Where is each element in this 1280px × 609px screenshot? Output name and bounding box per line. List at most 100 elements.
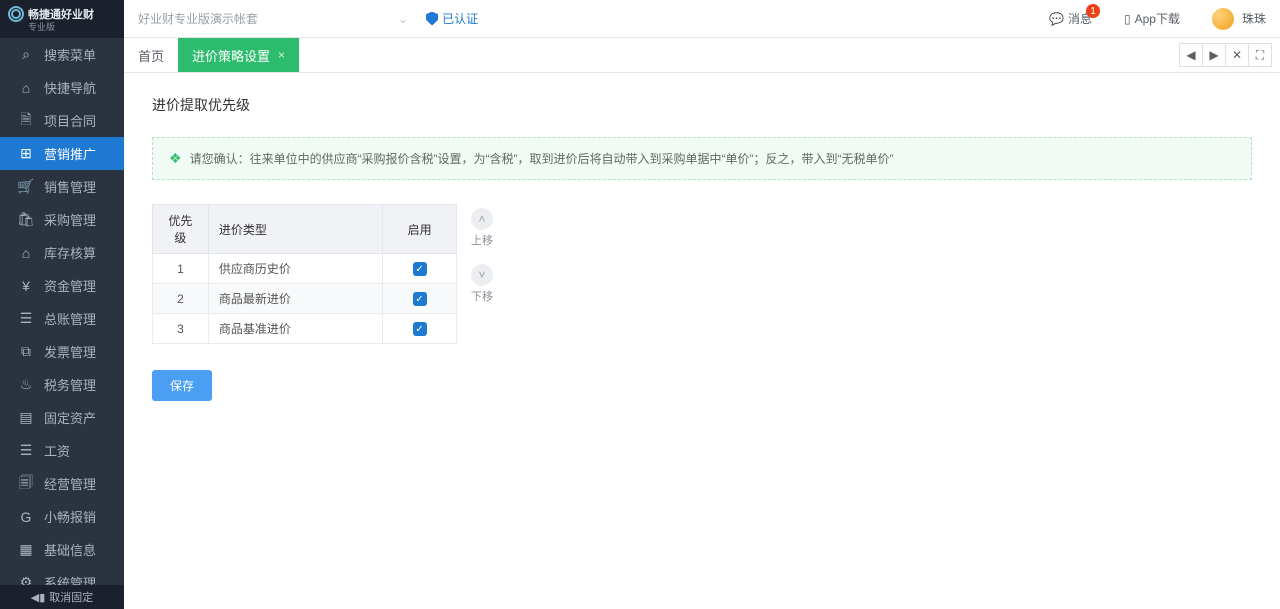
menu-icon: ▤ bbox=[18, 410, 34, 426]
menu-icon: ⧉ bbox=[18, 344, 34, 360]
sidebar-item-14[interactable]: G小畅报销 bbox=[0, 500, 124, 533]
sidebar-item-5[interactable]: 🛍 采购管理 bbox=[0, 203, 124, 236]
sidebar-item-8[interactable]: ☰ 总账管理 bbox=[0, 302, 124, 335]
sidebar-item-label: 快捷导航 bbox=[44, 78, 96, 97]
checkbox-checked-icon[interactable]: ✓ bbox=[413, 292, 427, 306]
info-icon: ❖ bbox=[169, 150, 182, 167]
sidebar-item-11[interactable]: ▤ 固定资产 bbox=[0, 401, 124, 434]
sidebar-item-9[interactable]: ⧉ 发票管理 bbox=[0, 335, 124, 368]
sidebar-item-label: 项目合同 bbox=[44, 111, 96, 130]
chevron-down-icon: ˅ bbox=[471, 264, 493, 286]
tab-prev-button[interactable]: ◀ bbox=[1179, 43, 1203, 67]
menu-icon: 🛒 bbox=[18, 179, 34, 195]
menu-icon: ☰ bbox=[18, 311, 34, 327]
tabs-row: 首页 进价策略设置 × ◀ ▶ ✕ ⛶ bbox=[124, 38, 1280, 73]
sidebar-item-6[interactable]: ⌂ 库存核算 bbox=[0, 236, 124, 269]
pin-icon: ◀▮ bbox=[31, 591, 46, 604]
sidebar-item-label: 资金管理 bbox=[44, 276, 96, 295]
close-icon[interactable]: × bbox=[278, 48, 285, 62]
sidebar-item-label: 系统管理 bbox=[44, 573, 96, 585]
app-download-label: App下载 bbox=[1135, 10, 1180, 27]
alert-text: 请您确认：往来单位中的供应商“采购报价含税”设置，为“含税”，取到进价后将自动带… bbox=[190, 150, 894, 167]
sidebar-item-10[interactable]: ♨ 税务管理 bbox=[0, 368, 124, 401]
menu-icon: ▦ bbox=[18, 542, 34, 558]
sidebar-item-label: 发票管理 bbox=[44, 342, 96, 361]
col-type: 进价类型 bbox=[208, 205, 382, 254]
avatar bbox=[1212, 8, 1234, 30]
move-up-button[interactable]: ˄ 上移 bbox=[471, 208, 493, 248]
cell-priority: 1 bbox=[153, 254, 209, 284]
sidebar-menu: ⌕ 搜索菜单 ⌂ 快捷导航 🗎 项目合同 ⊞ 营销推广 🛒销售管理 🛍 采购管理 ⌂ 库存核算 ¥ 资金管理… bbox=[0, 38, 124, 585]
tab-home[interactable]: 首页 bbox=[124, 38, 178, 72]
sidebar-item-15[interactable]: ▦ 基础信息 bbox=[0, 533, 124, 566]
brand-edition: 专业版 bbox=[28, 20, 124, 33]
pin-toggle[interactable]: ◀▮ 取消固定 bbox=[0, 585, 124, 609]
shield-icon bbox=[426, 12, 438, 26]
menu-icon: 🗐 bbox=[18, 476, 34, 492]
menu-icon: ⌕ bbox=[18, 47, 34, 63]
verified-badge[interactable]: 已认证 bbox=[426, 10, 478, 27]
logo: 畅捷通好业财 专业版 bbox=[0, 0, 124, 38]
move-down-button[interactable]: ˅ 下移 bbox=[471, 264, 493, 304]
menu-icon: 🗎 bbox=[18, 113, 34, 129]
logo-icon bbox=[8, 6, 24, 22]
sidebar-item-label: 经营管理 bbox=[44, 474, 96, 493]
sidebar-item-16[interactable]: ⚙系统管理 bbox=[0, 566, 124, 585]
checkbox-checked-icon[interactable]: ✓ bbox=[413, 322, 427, 336]
phone-icon: ▯ bbox=[1124, 12, 1131, 26]
table-row[interactable]: 3商品基准进价✓ bbox=[153, 314, 457, 344]
messages-button[interactable]: 💬 消息 1 bbox=[1049, 10, 1092, 27]
sidebar-item-label: 搜索菜单 bbox=[44, 45, 96, 64]
sidebar-item-label: 库存核算 bbox=[44, 243, 96, 262]
menu-icon: ⊞ bbox=[18, 146, 34, 162]
topbar: 好业财专业版演示帐套 ⌄ 已认证 💬 消息 1 ▯ App下载 珠珠 bbox=[124, 0, 1280, 38]
cell-type: 供应商历史价 bbox=[208, 254, 382, 284]
table-row[interactable]: 1供应商历史价 ✓ bbox=[153, 254, 457, 284]
tab-close-all-button[interactable]: ✕ bbox=[1225, 43, 1249, 67]
sidebar-item-4[interactable]: 🛒销售管理 bbox=[0, 170, 124, 203]
menu-icon: ¥ bbox=[18, 278, 34, 294]
priority-table: 优先级 进价类型 启用 1供应商历史价✓2商品最新进价✓3商品基准进价✓ bbox=[152, 204, 457, 344]
page-title: 进价提取优先级 bbox=[152, 95, 1252, 115]
messages-badge: 1 bbox=[1086, 4, 1100, 18]
sidebar-item-13[interactable]: 🗐 经营管理 bbox=[0, 467, 124, 500]
cell-enable: ✓ bbox=[383, 284, 457, 314]
message-icon: 💬 bbox=[1049, 12, 1064, 26]
sidebar: 畅捷通好业财 专业版 ⌕ 搜索菜单 ⌂ 快捷导航 🗎 项目合同 ⊞ 营销推广 🛒销售管理 🛍 采购管… bbox=[0, 0, 124, 609]
table-row[interactable]: 2商品最新进价✓ bbox=[153, 284, 457, 314]
app-download-button[interactable]: ▯ App下载 bbox=[1124, 10, 1180, 27]
checkbox-checked-icon[interactable]: ✓ bbox=[413, 262, 427, 276]
sidebar-item-1[interactable]: ⌂ 快捷导航 bbox=[0, 71, 124, 104]
sidebar-item-label: 总账管理 bbox=[44, 309, 96, 328]
fullscreen-button[interactable]: ⛶ bbox=[1248, 43, 1272, 67]
sidebar-item-3[interactable]: ⊞ 营销推广 bbox=[0, 137, 124, 170]
menu-icon: ⌂ bbox=[18, 80, 34, 96]
sidebar-item-label: 固定资产 bbox=[44, 408, 96, 427]
account-selector[interactable]: 好业财专业版演示帐套 ⌄ bbox=[138, 10, 408, 27]
cell-type: 商品最新进价 bbox=[208, 284, 382, 314]
sidebar-item-12[interactable]: ☰ 工资 bbox=[0, 434, 124, 467]
sidebar-item-7[interactable]: ¥ 资金管理 bbox=[0, 269, 124, 302]
sidebar-item-2[interactable]: 🗎 项目合同 bbox=[0, 104, 124, 137]
sidebar-item-label: 税务管理 bbox=[44, 375, 96, 394]
tab-tools: ◀ ▶ ✕ ⛶ bbox=[1179, 38, 1280, 72]
sidebar-item-0[interactable]: ⌕ 搜索菜单 bbox=[0, 38, 124, 71]
cell-priority: 3 bbox=[153, 314, 209, 344]
tab-active-label: 进价策略设置 bbox=[192, 46, 270, 65]
move-down-label: 下移 bbox=[471, 288, 493, 304]
tab-active[interactable]: 进价策略设置 × bbox=[178, 38, 300, 72]
menu-icon: 🛍 bbox=[18, 212, 34, 228]
sidebar-item-label: 工资 bbox=[44, 441, 70, 460]
sidebar-item-label: 营销推广 bbox=[44, 144, 96, 163]
menu-icon: ☰ bbox=[18, 443, 34, 459]
sidebar-item-label: 采购管理 bbox=[44, 210, 96, 229]
tab-next-button[interactable]: ▶ bbox=[1202, 43, 1226, 67]
menu-icon: ⌂ bbox=[18, 245, 34, 261]
user-menu[interactable]: 珠珠 bbox=[1212, 8, 1266, 30]
menu-icon: ♨ bbox=[18, 377, 34, 393]
user-name: 珠珠 bbox=[1242, 10, 1266, 27]
move-up-label: 上移 bbox=[471, 232, 493, 248]
save-button[interactable]: 保存 bbox=[152, 370, 212, 401]
sidebar-item-label: 基础信息 bbox=[44, 540, 96, 559]
menu-icon: G bbox=[18, 509, 34, 525]
